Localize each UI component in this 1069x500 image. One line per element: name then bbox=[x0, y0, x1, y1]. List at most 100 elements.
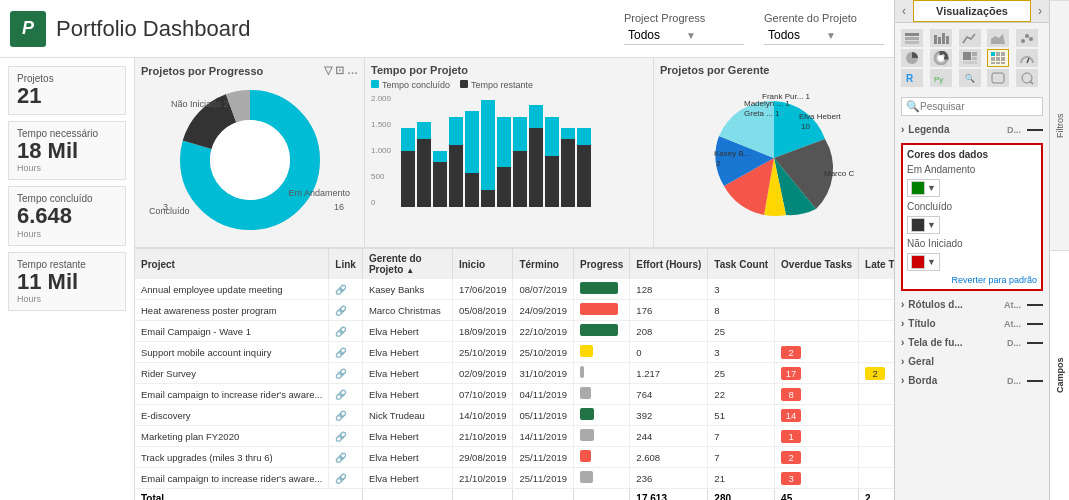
dash-icon-2 bbox=[1027, 304, 1043, 306]
viz-icon-r[interactable]: R bbox=[901, 69, 923, 87]
stat-restante-sub: Hours bbox=[17, 294, 117, 304]
tela-section: › Tela de fu... D... bbox=[895, 333, 1049, 352]
table-row: Support mobile account inquiry 🔗 Elva He… bbox=[135, 342, 894, 363]
stat-restante-value: 11 Mil bbox=[17, 270, 117, 294]
viz-icon-pie[interactable] bbox=[901, 49, 923, 67]
visualizacoes-tab[interactable]: Visualizações bbox=[913, 0, 1031, 22]
legend-tempo-restante: Tempo restante bbox=[460, 80, 533, 90]
color-dropdown-concluido[interactable]: ▼ bbox=[907, 216, 940, 234]
stat-necessario: Tempo necessário 18 Mil Hours bbox=[8, 121, 126, 180]
bar-chart-section: Tempo por Projeto Tempo concluído Tempo … bbox=[365, 58, 654, 247]
donut-label-concluido: Concluído bbox=[149, 206, 190, 216]
color-dropdown-andamento[interactable]: ▼ bbox=[907, 179, 940, 197]
col-termino: Término bbox=[513, 249, 574, 279]
viz-icon-bar[interactable] bbox=[930, 29, 952, 47]
cores-title: Cores dos dados bbox=[907, 149, 1037, 160]
svg-line-40 bbox=[1027, 58, 1029, 63]
svg-rect-15 bbox=[905, 41, 919, 44]
viz-icon-line[interactable] bbox=[959, 29, 981, 47]
filter-gerente-select[interactable]: Todos ▼ bbox=[764, 26, 884, 45]
svg-point-26 bbox=[938, 55, 944, 61]
filter-project-progress-select[interactable]: Todos ▼ bbox=[624, 26, 744, 45]
bar-10 bbox=[545, 94, 559, 207]
bar-9 bbox=[529, 94, 543, 207]
viz-icon-matrix[interactable] bbox=[987, 49, 1009, 67]
viz-icon-area[interactable] bbox=[987, 29, 1009, 47]
color-swatch-andamento-row: ▼ bbox=[907, 179, 1037, 197]
stats-panel: Projetos 21 Tempo necessário 18 Mil Hour… bbox=[0, 58, 135, 500]
svg-text:R: R bbox=[906, 73, 914, 84]
campos-tab[interactable]: Campos bbox=[1050, 250, 1069, 500]
expand-icon-3: › bbox=[901, 318, 904, 329]
svg-rect-36 bbox=[1001, 57, 1005, 61]
svg-rect-32 bbox=[996, 52, 1000, 56]
donut-label-nao-iniciado: Não Iniciado 2 bbox=[171, 99, 229, 109]
table-row: Marketing plan FY2020 🔗 Elva Hebert 21/1… bbox=[135, 426, 894, 447]
col-project: Project bbox=[135, 249, 329, 279]
search-input[interactable] bbox=[920, 101, 1038, 112]
svg-rect-29 bbox=[972, 57, 977, 60]
tab-next-arrow[interactable]: › bbox=[1031, 4, 1049, 18]
more-icon[interactable]: … bbox=[347, 64, 358, 77]
bar-4 bbox=[449, 94, 463, 207]
svg-text:10: 10 bbox=[801, 122, 810, 131]
focus-icon[interactable]: ⊡ bbox=[335, 64, 344, 77]
legend-tempo-concluido: Tempo concluído bbox=[371, 80, 450, 90]
dropdown-arrow-concluido: ▼ bbox=[927, 220, 936, 230]
color-swatch-concluido-row: ▼ bbox=[907, 216, 1037, 234]
rotulos-section: › Rótulos d... At... bbox=[895, 295, 1049, 314]
svg-rect-13 bbox=[905, 33, 919, 36]
viz-icon-donut[interactable] bbox=[930, 49, 952, 67]
svg-rect-17 bbox=[938, 37, 941, 44]
viz-icon-scatter[interactable] bbox=[1016, 29, 1038, 47]
filter-gerente-value: Todos bbox=[768, 28, 822, 42]
stat-necessario-sub: Hours bbox=[17, 163, 117, 173]
tela-title[interactable]: › Tela de fu... D... bbox=[901, 337, 1043, 348]
borda-title[interactable]: › Borda D... bbox=[901, 375, 1043, 386]
titulo-title[interactable]: › Título At... bbox=[901, 318, 1043, 329]
viz-icon-search-viz[interactable]: 🔍 bbox=[959, 69, 981, 87]
table-area: Project Link Gerente doProjeto ▲ Inicio … bbox=[135, 248, 894, 500]
expand-icon-5: › bbox=[901, 356, 904, 367]
geral-title[interactable]: › Geral bbox=[901, 356, 1043, 367]
filtros-tab[interactable]: Filtros bbox=[1050, 0, 1069, 250]
chevron-down-icon: ▼ bbox=[686, 30, 740, 41]
dropdown-arrow-andamento: ▼ bbox=[927, 183, 936, 193]
viz-icon-extra1[interactable] bbox=[987, 69, 1009, 87]
svg-text:Greta ... 1: Greta ... 1 bbox=[744, 109, 780, 118]
col-manager: Gerente doProjeto ▲ bbox=[362, 249, 452, 279]
pie-chart-section: Projetos por Gerente bbox=[654, 58, 894, 247]
logo-letter: P bbox=[22, 18, 34, 39]
filter-project-progress: Project Progress Todos ▼ bbox=[624, 12, 744, 45]
search-box[interactable]: 🔍 bbox=[901, 97, 1043, 116]
bars-group bbox=[401, 94, 647, 227]
donut-chart-title: Projetos por Progresso ▽ ⊡ … bbox=[141, 64, 358, 77]
color-swatch-nao-iniciado bbox=[911, 255, 925, 269]
color-row-andamento: Em Andamento bbox=[907, 164, 1037, 175]
rotulos-title[interactable]: › Rótulos d... At... bbox=[901, 299, 1043, 310]
color-swatch-andamento bbox=[911, 181, 925, 195]
color-dropdown-nao-iniciado[interactable]: ▼ bbox=[907, 253, 940, 271]
bar-chart: 2.0001.5001.0005000 bbox=[371, 94, 647, 227]
revert-link[interactable]: Reverter para padrão bbox=[907, 275, 1037, 285]
viz-icon-treemap[interactable] bbox=[959, 49, 981, 67]
col-overdue: Overdue Tasks bbox=[775, 249, 859, 279]
tab-prev-arrow[interactable]: ‹ bbox=[895, 4, 913, 18]
viz-icon-stacked-bar[interactable] bbox=[901, 29, 923, 47]
col-link: Link bbox=[329, 249, 363, 279]
svg-line-45 bbox=[1030, 81, 1033, 84]
data-table: Project Link Gerente doProjeto ▲ Inicio … bbox=[135, 249, 894, 500]
dropdown-arrow-nao-iniciado: ▼ bbox=[927, 257, 936, 267]
viz-icon-py[interactable]: Py bbox=[930, 69, 952, 87]
bar-6 bbox=[481, 94, 495, 207]
viz-icon-gauge[interactable] bbox=[1016, 49, 1038, 67]
dash-icon bbox=[1027, 129, 1043, 131]
stat-concluido-sub: Hours bbox=[17, 229, 117, 239]
table-row: Email campaign to increase rider's aware… bbox=[135, 468, 894, 489]
svg-rect-39 bbox=[1001, 62, 1005, 64]
geral-section: › Geral bbox=[895, 352, 1049, 371]
legenda-title[interactable]: › Legenda D... bbox=[901, 124, 1043, 135]
svg-text:Kasey B...: Kasey B... bbox=[714, 149, 750, 158]
filter-icon[interactable]: ▽ bbox=[324, 64, 332, 77]
viz-icon-extra2[interactable] bbox=[1016, 69, 1038, 87]
